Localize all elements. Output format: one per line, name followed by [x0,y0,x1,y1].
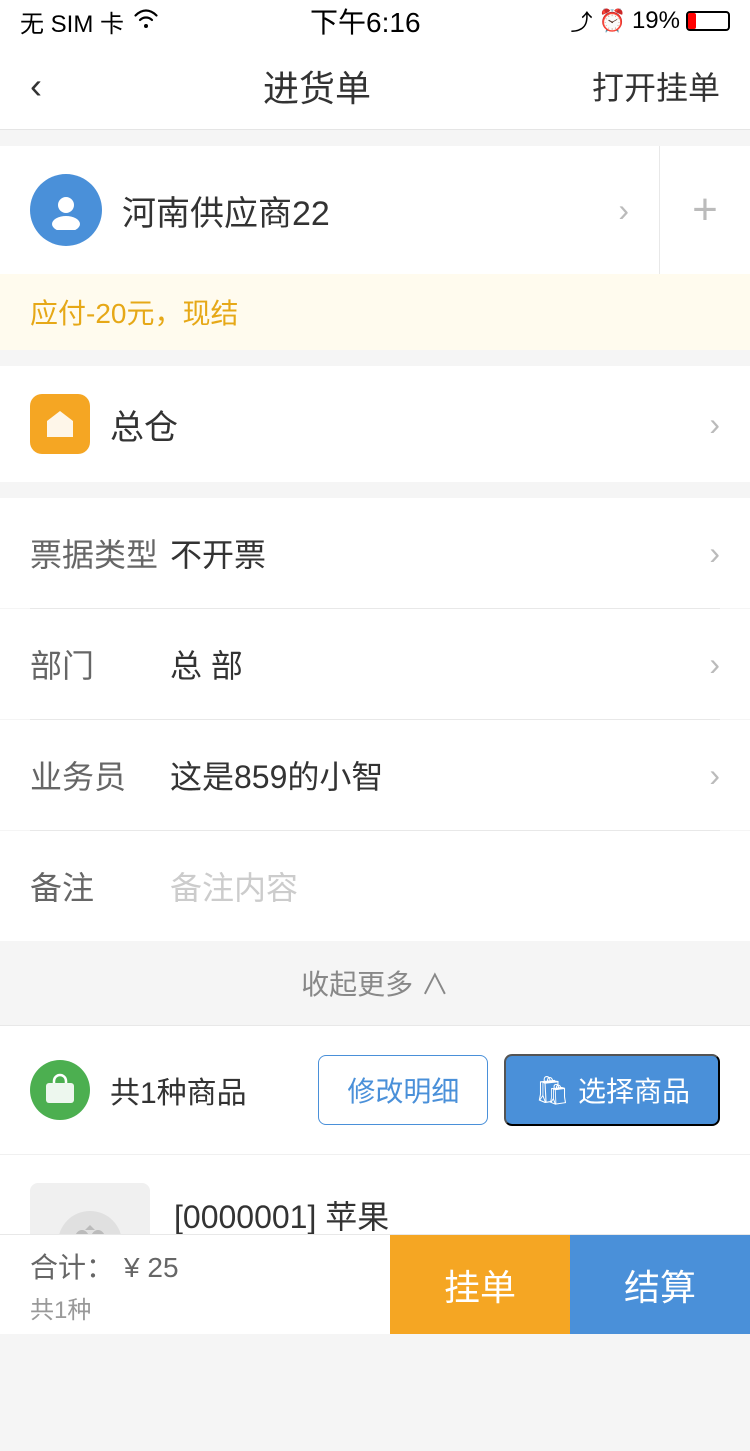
divider-2 [0,350,750,366]
checkout-button[interactable]: 结算 [570,1235,750,1334]
department-row[interactable]: 部门 总 部 › [0,609,750,719]
page-title: 进货单 [263,60,371,112]
department-value: 总 部 [170,641,699,687]
department-label: 部门 [30,641,170,687]
remark-input[interactable]: 备注内容 [170,863,720,909]
status-time: 下午6:16 [310,1,421,41]
select-product-icon: 🛍 [534,1074,570,1107]
department-chevron-icon: › [709,646,720,683]
total-value: ¥ 25 [124,1252,179,1283]
supplier-avatar [30,174,102,246]
bottom-bar: 合计： ¥ 25 共1种 挂单 结算 [0,1234,750,1334]
divider-1 [0,130,750,146]
invoice-type-row[interactable]: 票据类型 不开票 › [0,498,750,608]
warehouse-chevron-icon: › [709,406,720,443]
supplier-section: 河南供应商22 › + [0,146,750,274]
product-code: [0000001] [174,1199,316,1235]
invoice-type-chevron-icon: › [709,535,720,572]
product-name: [0000001] 苹果 [174,1192,684,1238]
divider-3 [0,482,750,498]
products-header: 共1种商品 修改明细 🛍 选择商品 [0,1025,750,1154]
remark-label: 备注 [30,863,170,909]
invoice-type-value: 不开票 [170,530,699,576]
select-product-label: 选择商品 [578,1070,690,1110]
total-amount: 合计： ¥ 25 [30,1244,360,1286]
total-count: 共1种 [30,1290,360,1325]
hold-button[interactable]: 挂单 [390,1235,570,1334]
supplier-chevron-icon: › [618,192,629,229]
open-hold-button[interactable]: 打开挂单 [592,63,720,109]
bottom-total: 合计： ¥ 25 共1种 [0,1235,390,1334]
status-right: ⤴ ⏰ 19% [571,5,730,37]
carrier-text: 无 SIM 卡 [20,4,124,39]
supplier-name: 河南供应商22 [122,186,608,235]
salesperson-value: 这是859的小智 [170,752,699,798]
product-title: 苹果 [325,1199,389,1235]
bottom-spacer [0,1331,750,1451]
battery-percent: 19% [632,7,680,35]
invoice-type-label: 票据类型 [30,530,170,576]
status-bar: 无 SIM 卡 下午6:16 ⤴ ⏰ 19% [0,0,750,42]
notice-bar: 应付-20元，现结 [0,274,750,350]
warehouse-icon [30,394,90,454]
select-product-button[interactable]: 🛍 选择商品 [504,1054,720,1126]
salesperson-label: 业务员 [30,752,170,798]
collapse-button[interactable]: 收起更多 ∧ [0,941,750,1025]
warehouse-name: 总仓 [110,400,699,449]
products-icon [30,1060,90,1120]
remark-row: 备注 备注内容 [0,831,750,941]
notice-text: 应付-20元，现结 [30,298,238,329]
salesperson-chevron-icon: › [709,757,720,794]
wifi-icon [132,7,160,35]
products-count: 共1种商品 [110,1068,318,1112]
warehouse-selector[interactable]: 总仓 › [0,366,750,482]
alarm-icon: ⏰ [599,8,626,34]
total-label: 合计： [30,1252,114,1283]
location-icon: ⤴ [571,5,593,37]
back-button[interactable]: ‹ [30,65,42,107]
status-left: 无 SIM 卡 [20,4,160,39]
add-supplier-button[interactable]: + [660,146,750,274]
collapse-label: 收起更多 ∧ [301,963,449,1003]
battery-icon [686,11,730,31]
supplier-selector[interactable]: 河南供应商22 › [0,146,660,274]
salesperson-row[interactable]: 业务员 这是859的小智 › [0,720,750,830]
edit-detail-button[interactable]: 修改明细 [318,1055,488,1125]
nav-bar: ‹ 进货单 打开挂单 [0,42,750,130]
